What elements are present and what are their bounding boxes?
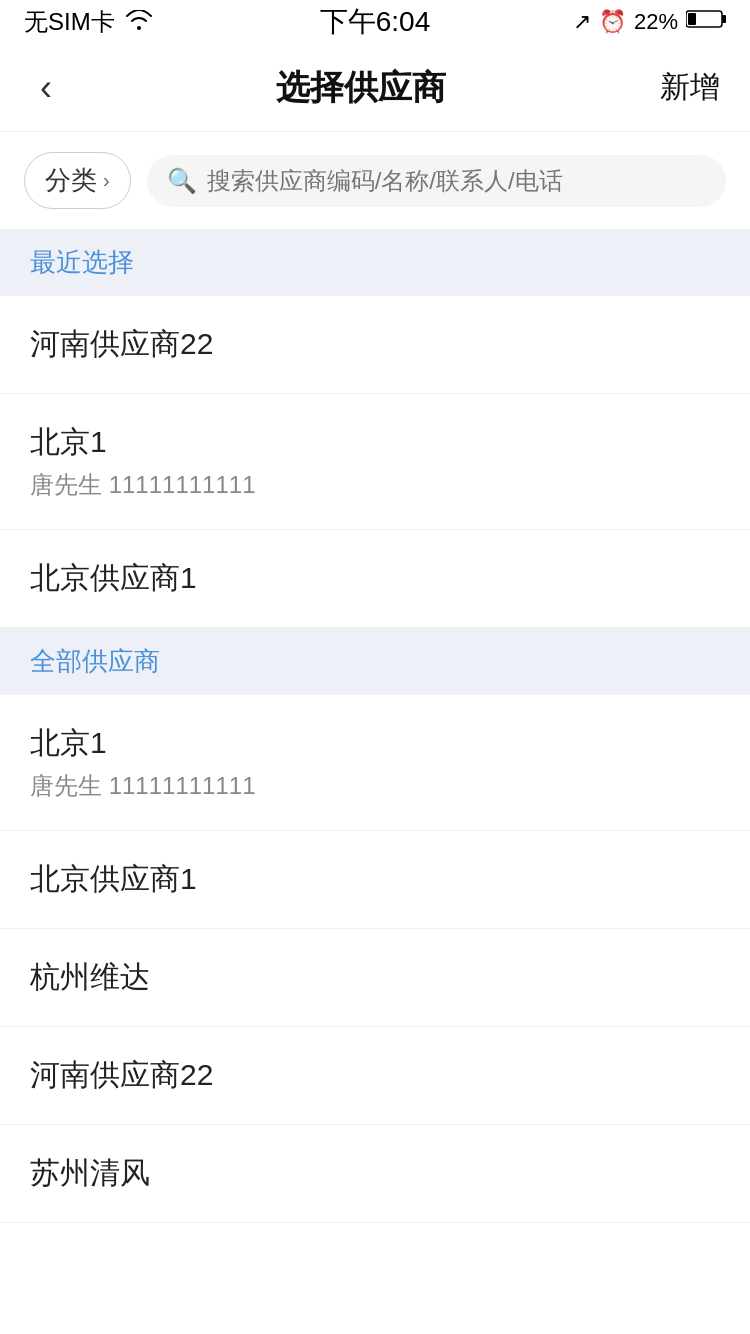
- item-name: 河南供应商22: [30, 324, 720, 365]
- all-list-item[interactable]: 杭州维达: [0, 929, 750, 1027]
- chevron-right-icon: ›: [103, 169, 110, 192]
- search-input[interactable]: [207, 167, 706, 195]
- all-section-header: 全部供应商: [0, 628, 750, 695]
- filter-bar: 分类 › 🔍: [0, 132, 750, 229]
- status-time: 下午6:04: [320, 3, 431, 41]
- search-icon: 🔍: [167, 167, 197, 195]
- carrier-label: 无SIM卡: [24, 6, 115, 38]
- battery-label: 22%: [634, 9, 678, 35]
- nav-bar: ‹ 选择供应商 新增: [0, 44, 750, 132]
- item-name: 苏州清风: [30, 1153, 720, 1194]
- item-sub: 唐先生 11111111111: [30, 469, 720, 501]
- svg-rect-1: [722, 15, 726, 23]
- all-items-list: 北京1 唐先生 11111111111 北京供应商1 杭州维达 河南供应商22 …: [0, 695, 750, 1223]
- location-icon: ↗: [573, 9, 591, 35]
- item-name: 杭州维达: [30, 957, 720, 998]
- svg-rect-2: [688, 13, 696, 25]
- item-name: 北京供应商1: [30, 558, 720, 599]
- wifi-icon: [125, 8, 153, 36]
- all-list-item[interactable]: 河南供应商22: [0, 1027, 750, 1125]
- item-sub: 唐先生 11111111111: [30, 770, 720, 802]
- add-button[interactable]: 新增: [660, 67, 720, 108]
- category-button[interactable]: 分类 ›: [24, 152, 131, 209]
- item-name: 北京1: [30, 723, 720, 764]
- all-section-label: 全部供应商: [30, 646, 160, 676]
- back-button[interactable]: ‹: [30, 57, 62, 119]
- recent-section-header: 最近选择: [0, 229, 750, 296]
- all-list-item[interactable]: 北京供应商1: [0, 831, 750, 929]
- item-name: 北京供应商1: [30, 859, 720, 900]
- all-list-item[interactable]: 苏州清风: [0, 1125, 750, 1223]
- status-left: 无SIM卡: [24, 6, 153, 38]
- item-name: 北京1: [30, 422, 720, 463]
- recent-list-item[interactable]: 北京1 唐先生 11111111111: [0, 394, 750, 530]
- recent-items-list: 河南供应商22 北京1 唐先生 11111111111 北京供应商1: [0, 296, 750, 628]
- recent-section-label: 最近选择: [30, 247, 134, 277]
- search-box: 🔍: [147, 155, 726, 207]
- item-name: 河南供应商22: [30, 1055, 720, 1096]
- all-list-item[interactable]: 北京1 唐先生 11111111111: [0, 695, 750, 831]
- status-right: ↗ ⏰ 22%: [573, 9, 726, 35]
- alarm-icon: ⏰: [599, 9, 626, 35]
- recent-list-item[interactable]: 北京供应商1: [0, 530, 750, 628]
- category-label: 分类: [45, 163, 97, 198]
- recent-list-item[interactable]: 河南供应商22: [0, 296, 750, 394]
- page-title: 选择供应商: [276, 65, 446, 111]
- status-bar: 无SIM卡 下午6:04 ↗ ⏰ 22%: [0, 0, 750, 44]
- battery-icon: [686, 9, 726, 35]
